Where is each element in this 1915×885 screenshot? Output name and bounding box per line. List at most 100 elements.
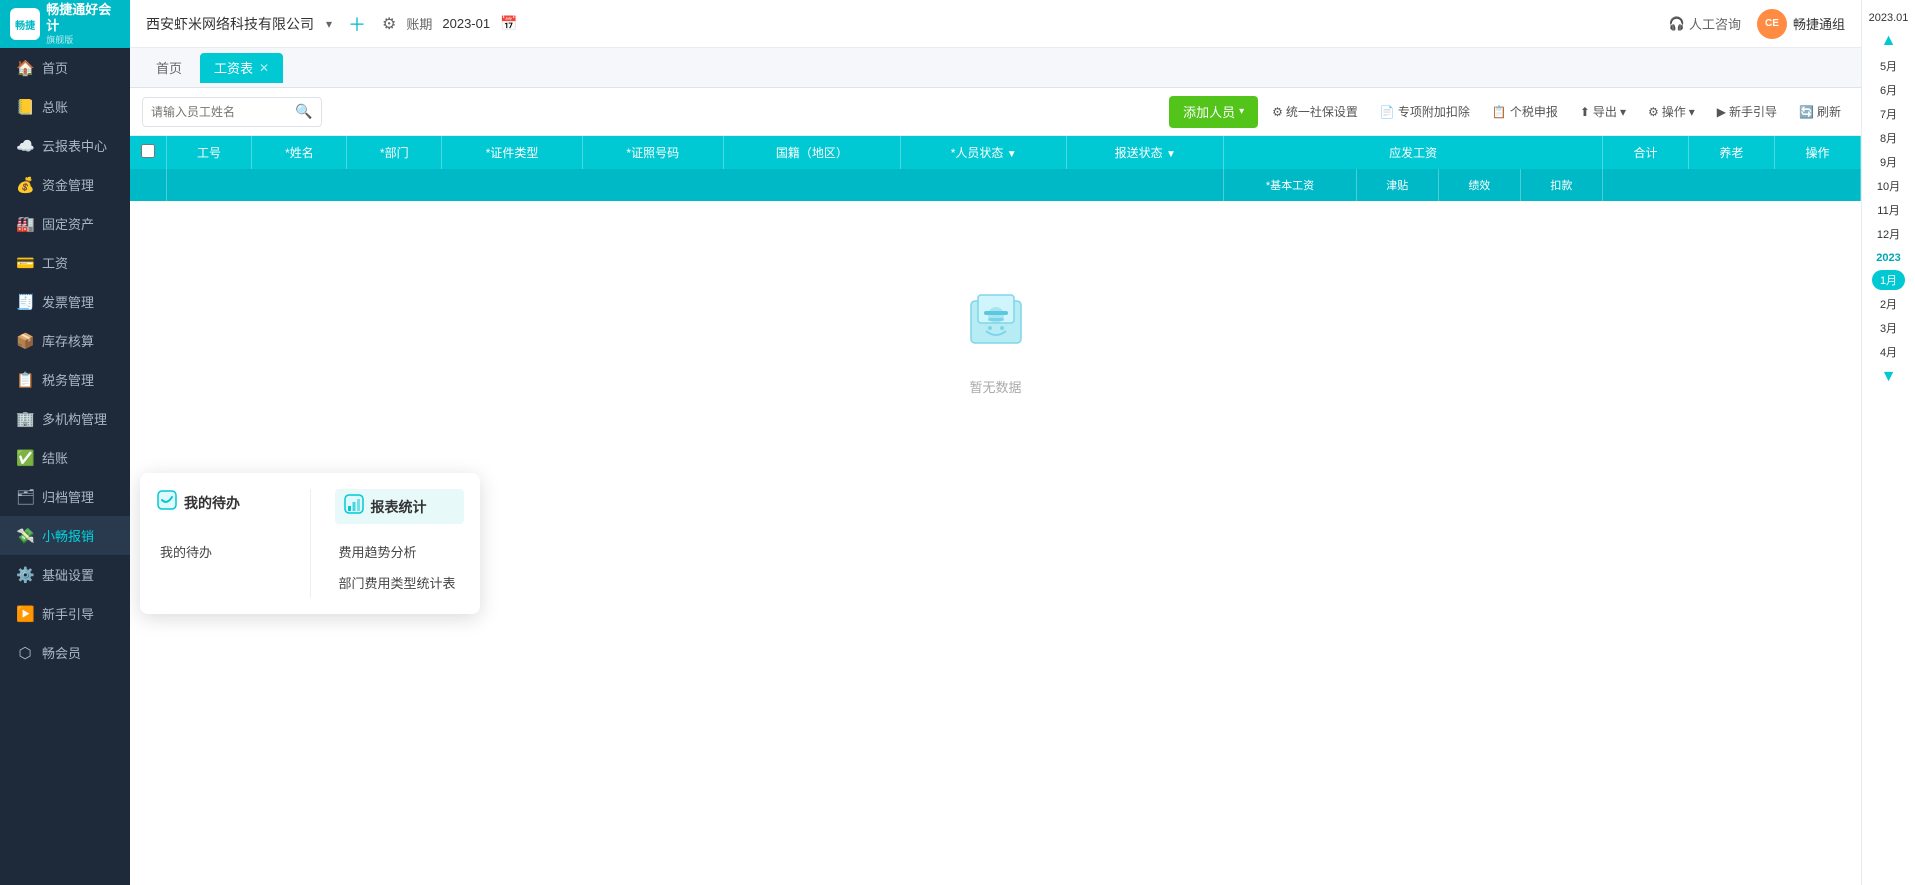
search-box: 🔍 (142, 97, 322, 127)
social-security-icon: ⚙ (1272, 105, 1283, 119)
ledger-icon: 📒 (16, 98, 34, 116)
timeline-down-nav[interactable]: ▼ (1879, 366, 1899, 388)
sidebar-item-checkout[interactable]: ✅结账 (0, 438, 130, 477)
sidebar-item-multi-org[interactable]: 🏢多机构管理 (0, 399, 130, 438)
timeline-month[interactable]: 12月 (1875, 222, 1902, 246)
popup-report-header: 报表统计 (335, 489, 465, 524)
search-input[interactable] (151, 105, 291, 119)
tabbar: 首页 工资表 ✕ (130, 48, 1861, 88)
th-nationality: 国籍（地区） (723, 136, 901, 169)
user-menu[interactable]: CE 畅捷通组 (1757, 9, 1845, 39)
topbar-settings-icon[interactable]: ⚙ (382, 14, 396, 34)
timeline-month[interactable]: 2月 (1878, 292, 1899, 316)
export-dropdown-icon: ▾ (1620, 105, 1626, 119)
timeline-month[interactable]: 7月 (1875, 102, 1902, 126)
timeline-month[interactable]: 8月 (1875, 126, 1902, 150)
xiaochang-icon: 💸 (16, 527, 34, 545)
th-actions: 操作 (1774, 136, 1860, 169)
th-pension: 养老 (1688, 136, 1774, 169)
toolbar-actions: 添加人员 ▾ ⚙ 统一社保设置 📄 专项附加扣除 📋 个税申报 ⬆ 导出 (1169, 96, 1849, 128)
timeline-month[interactable]: 6月 (1875, 78, 1902, 102)
inventory-icon: 📦 (16, 332, 34, 350)
sidebar-item-fixed-assets[interactable]: 🏭固定资产 (0, 204, 130, 243)
timeline-month[interactable]: 9月 (1875, 150, 1902, 174)
sidebar-item-inventory[interactable]: 📦库存核算 (0, 321, 130, 360)
th-performance: 绩效 (1438, 169, 1520, 201)
timeline-month[interactable]: 3月 (1878, 316, 1899, 340)
headset-icon: 🎧 (1669, 16, 1685, 32)
popup-todo-item-0[interactable]: 我的待办 (156, 536, 286, 567)
timeline-month[interactable]: 11月 (1875, 198, 1902, 222)
tab-home[interactable]: 首页 (142, 53, 196, 83)
topbar-add-icon[interactable]: ＋ (342, 9, 372, 39)
company-name: 西安虾米网络科技有限公司 (146, 14, 314, 34)
th-emp-id: 工号 (166, 136, 252, 169)
timeline-current-year: 2023 (1874, 248, 1902, 268)
multi-org-icon: 🏢 (16, 410, 34, 428)
tax-report-action[interactable]: 📋 个税申报 (1484, 99, 1566, 124)
report-filter-icon[interactable]: ▼ (1166, 149, 1176, 160)
calendar-icon[interactable]: 📅 (500, 15, 517, 32)
timeline-prev-months: 5月6月7月8月9月10月11月12月 (1875, 54, 1902, 246)
main-area: 西安虾米网络科技有限公司 ▾ ＋ ⚙ 账期 2023-01 📅 🎧 人工咨询 C… (130, 0, 1861, 885)
sidebar-item-salary[interactable]: 💳工资 (0, 243, 130, 282)
company-dropdown-icon[interactable]: ▾ (326, 17, 332, 31)
popup-report-item-0[interactable]: 费用趋势分析 (335, 536, 465, 567)
social-security-action[interactable]: ⚙ 统一社保设置 (1264, 99, 1366, 124)
status-filter-icon[interactable]: ▼ (1007, 149, 1017, 160)
salary-table: 工号 *姓名 *部门 *证件类型 *证照号码 国籍（地区） *人员状态 ▼ 报送… (130, 136, 1861, 201)
th-allowance: 津贴 (1356, 169, 1438, 201)
tax-icon: 📋 (16, 371, 34, 389)
popup-todo-col: 我的待办 我的待办 (156, 489, 286, 598)
no-data-icon (956, 281, 1036, 361)
th-report-status: 报送状态 ▼ (1067, 136, 1224, 169)
timeline-next-months: 2月3月4月 (1878, 292, 1899, 364)
period-label: 账期 (406, 14, 432, 33)
sidebar-item-newguide[interactable]: ▶️新手引导 (0, 594, 130, 633)
sidebar-item-funds[interactable]: 💰资金管理 (0, 165, 130, 204)
timeline-month[interactable]: 5月 (1875, 54, 1902, 78)
new-guide-action[interactable]: ▶ 新手引导 (1709, 99, 1785, 124)
report-icon (343, 493, 365, 520)
select-all-checkbox[interactable] (141, 144, 155, 158)
tab-salary[interactable]: 工资表 ✕ (200, 53, 283, 83)
operation-icon: ⚙ (1648, 105, 1659, 119)
sidebar: 畅捷 畅捷通好会计 旗舰版 🏠首页📒总账☁️云报表中心💰资金管理🏭固定资产💳工资… (0, 0, 130, 885)
newguide-icon: ▶️ (16, 605, 34, 623)
invoice-icon: 🧾 (16, 293, 34, 311)
topbar-right: 🎧 人工咨询 CE 畅捷通组 (1669, 9, 1845, 39)
tax-report-icon: 📋 (1492, 105, 1507, 119)
th-name: *姓名 (252, 136, 347, 169)
sidebar-item-basic[interactable]: ⚙️基础设置 (0, 555, 130, 594)
operation-action[interactable]: ⚙ 操作 ▾ (1640, 99, 1703, 124)
sidebar-item-ledger[interactable]: 📒总账 (0, 87, 130, 126)
sidebar-item-cloud-report[interactable]: ☁️云报表中心 (0, 126, 130, 165)
timeline-up-nav[interactable]: ▲ (1879, 30, 1899, 52)
special-deduct-action[interactable]: 📄 专项附加扣除 (1372, 99, 1478, 124)
sidebar-item-tax[interactable]: 📋税务管理 (0, 360, 130, 399)
content-area: 🔍 添加人员 ▾ ⚙ 统一社保设置 📄 专项附加扣除 📋 个税申报 (130, 88, 1861, 885)
timeline-current-month[interactable]: 1月 (1872, 270, 1905, 290)
funds-icon: 💰 (16, 176, 34, 194)
no-data-text: 暂无数据 (969, 377, 1021, 396)
sidebar-item-member[interactable]: ⬡畅会员 (0, 633, 130, 672)
period-value: 2023-01 (442, 16, 490, 31)
sidebar-item-archive[interactable]: 🗂归档管理 (0, 477, 130, 516)
timeline-month[interactable]: 10月 (1875, 174, 1902, 198)
tab-salary-close-icon[interactable]: ✕ (259, 61, 269, 75)
add-person-button[interactable]: 添加人员 ▾ (1169, 96, 1258, 128)
export-action[interactable]: ⬆ 导出 ▾ (1572, 99, 1634, 124)
sidebar-item-home[interactable]: 🏠首页 (0, 48, 130, 87)
right-timeline: 2023.01 ▲ 5月6月7月8月9月10月11月12月 2023 1月 2月… (1861, 0, 1915, 885)
xiaochang-popup: 我的待办 我的待办 报表统计 费用趋 (140, 473, 480, 614)
sidebar-item-xiaochang[interactable]: 💸小畅报销 (0, 516, 130, 555)
search-icon: 🔍 (295, 103, 312, 120)
sidebar-item-invoice[interactable]: 🧾发票管理 (0, 282, 130, 321)
service-button[interactable]: 🎧 人工咨询 (1669, 14, 1741, 33)
cloud-report-icon: ☁️ (16, 137, 34, 155)
add-person-dropdown-icon: ▾ (1239, 106, 1244, 117)
timeline-month[interactable]: 4月 (1878, 340, 1899, 364)
th-salary-group: 应发工资 (1224, 136, 1603, 169)
popup-report-item-1[interactable]: 部门费用类型统计表 (335, 567, 465, 598)
refresh-action[interactable]: 🔄 刷新 (1791, 99, 1849, 124)
